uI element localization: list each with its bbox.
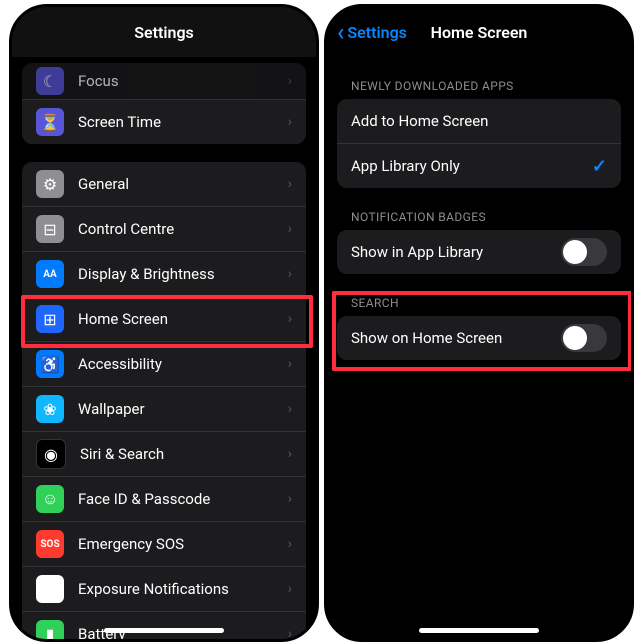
toggle[interactable]	[561, 238, 607, 266]
two-phone-screenshot: Settings ☾Focus›⏳Screen Time›⚙General›⊟C…	[0, 0, 640, 640]
settings-row-general[interactable]: ⚙ General›	[22, 162, 306, 206]
chevron-right-icon: ›	[288, 311, 292, 327]
battery-icon: ▮	[36, 620, 64, 642]
chevron-right-icon: ›	[288, 221, 292, 237]
accessibility-icon: ♿	[36, 350, 64, 378]
home-screen-settings-screen: ‹ Settings Home Screen Newly Downloaded …	[324, 4, 634, 642]
row-show-in-app-library[interactable]: Show in App Library	[337, 230, 621, 274]
row-label: Show in App Library	[351, 243, 561, 261]
chevron-right-icon: ›	[288, 401, 292, 417]
sos-icon: SOS	[36, 530, 64, 558]
settings-group: Show in App Library	[337, 230, 621, 274]
hourglass-icon: ⏳	[36, 108, 64, 136]
chevron-right-icon: ›	[288, 536, 292, 552]
chevron-right-icon: ›	[288, 491, 292, 507]
settings-group: ⚙General›⊟Control Centre›AADisplay & Bri…	[22, 162, 306, 642]
settings-row-wallpaper[interactable]: ❀ Wallpaper›	[22, 386, 306, 431]
row-label: Home Screen	[78, 310, 288, 328]
row-label: Screen Time	[78, 113, 288, 131]
row-label: Focus	[78, 72, 288, 90]
home-indicator[interactable]	[419, 628, 539, 633]
back-button[interactable]: ‹ Settings	[337, 7, 407, 57]
settings-row-accessibility[interactable]: ♿ Accessibility›	[22, 341, 306, 386]
flower-icon: ❀	[36, 395, 64, 423]
row-label: General	[78, 175, 288, 193]
settings-root-screen: Settings ☾Focus›⏳Screen Time›⚙General›⊟C…	[9, 4, 319, 642]
section-header: Search	[351, 296, 631, 310]
toggle[interactable]	[561, 324, 607, 352]
settings-row-exposure-notifications[interactable]: ✱ Exposure Notifications›	[22, 566, 306, 611]
nav-bar: ‹ Settings Home Screen	[327, 7, 631, 57]
settings-row-focus[interactable]: ☾ Focus›	[22, 63, 306, 99]
settings-row-siri-search[interactable]: ◉ Siri & Search›	[22, 431, 306, 476]
row-label: Control Centre	[78, 220, 288, 238]
nav-title: Home Screen	[431, 23, 528, 42]
row-label: Accessibility	[78, 355, 288, 373]
row-label: Add to Home Screen	[351, 112, 607, 130]
row-label: Face ID & Passcode	[78, 490, 288, 508]
chevron-right-icon: ›	[288, 356, 292, 372]
chevron-right-icon: ›	[288, 114, 292, 130]
settings-row-emergency-sos[interactable]: SOS Emergency SOS›	[22, 521, 306, 566]
virus-icon: ✱	[36, 575, 64, 603]
chevron-right-icon: ›	[288, 176, 292, 192]
toggles-icon: ⊟	[36, 215, 64, 243]
back-label: Settings	[347, 23, 407, 42]
settings-row-control-centre[interactable]: ⊟ Control Centre›	[22, 206, 306, 251]
settings-row-face-id-passcode[interactable]: ☺ Face ID & Passcode›	[22, 476, 306, 521]
faceid-icon: ☺	[36, 485, 64, 513]
row-show-on-home-screen[interactable]: Show on Home Screen	[337, 316, 621, 360]
settings-row-home-screen[interactable]: ⊞ Home Screen›	[22, 296, 306, 341]
chevron-left-icon: ‹	[337, 18, 344, 46]
settings-group: ☾Focus›⏳Screen Time›	[22, 63, 306, 144]
row-label: Exposure Notifications	[78, 580, 288, 598]
nav-title: Settings	[134, 23, 194, 42]
settings-list[interactable]: Newly Downloaded AppsAdd to Home ScreenA…	[327, 79, 631, 360]
row-label: Show on Home Screen	[351, 329, 561, 347]
grid-icon: ⊞	[36, 305, 64, 333]
check-icon: ✓	[592, 156, 607, 177]
nav-bar: Settings	[12, 7, 316, 57]
row-add-to-home-screen[interactable]: Add to Home Screen	[337, 99, 621, 143]
chevron-right-icon: ›	[288, 266, 292, 282]
settings-group: Show on Home Screen	[337, 316, 621, 360]
row-label: Wallpaper	[78, 400, 288, 418]
chevron-right-icon: ›	[288, 73, 292, 89]
siri-icon: ◉	[36, 439, 66, 469]
chevron-right-icon: ›	[288, 446, 292, 462]
settings-group: Add to Home Screen App Library Only✓	[337, 99, 621, 188]
settings-row-display-brightness[interactable]: AA Display & Brightness›	[22, 251, 306, 296]
settings-row-screen-time[interactable]: ⏳ Screen Time›	[22, 99, 306, 144]
section-header: Newly Downloaded Apps	[351, 79, 631, 93]
row-label: Siri & Search	[80, 445, 288, 463]
row-label: Emergency SOS	[78, 535, 288, 553]
gear-icon: ⚙	[36, 170, 64, 198]
home-indicator[interactable]	[104, 628, 224, 633]
row-label: Display & Brightness	[78, 265, 288, 283]
moon-icon: ☾	[36, 67, 64, 95]
row-app-library-only[interactable]: App Library Only✓	[337, 143, 621, 188]
settings-list[interactable]: ☾Focus›⏳Screen Time›⚙General›⊟Control Ce…	[12, 63, 316, 642]
section-header: Notification Badges	[351, 210, 631, 224]
settings-row-battery[interactable]: ▮Battery›	[22, 611, 306, 642]
text-size-icon: AA	[36, 260, 64, 288]
row-label: App Library Only	[351, 157, 592, 175]
chevron-right-icon: ›	[288, 581, 292, 597]
